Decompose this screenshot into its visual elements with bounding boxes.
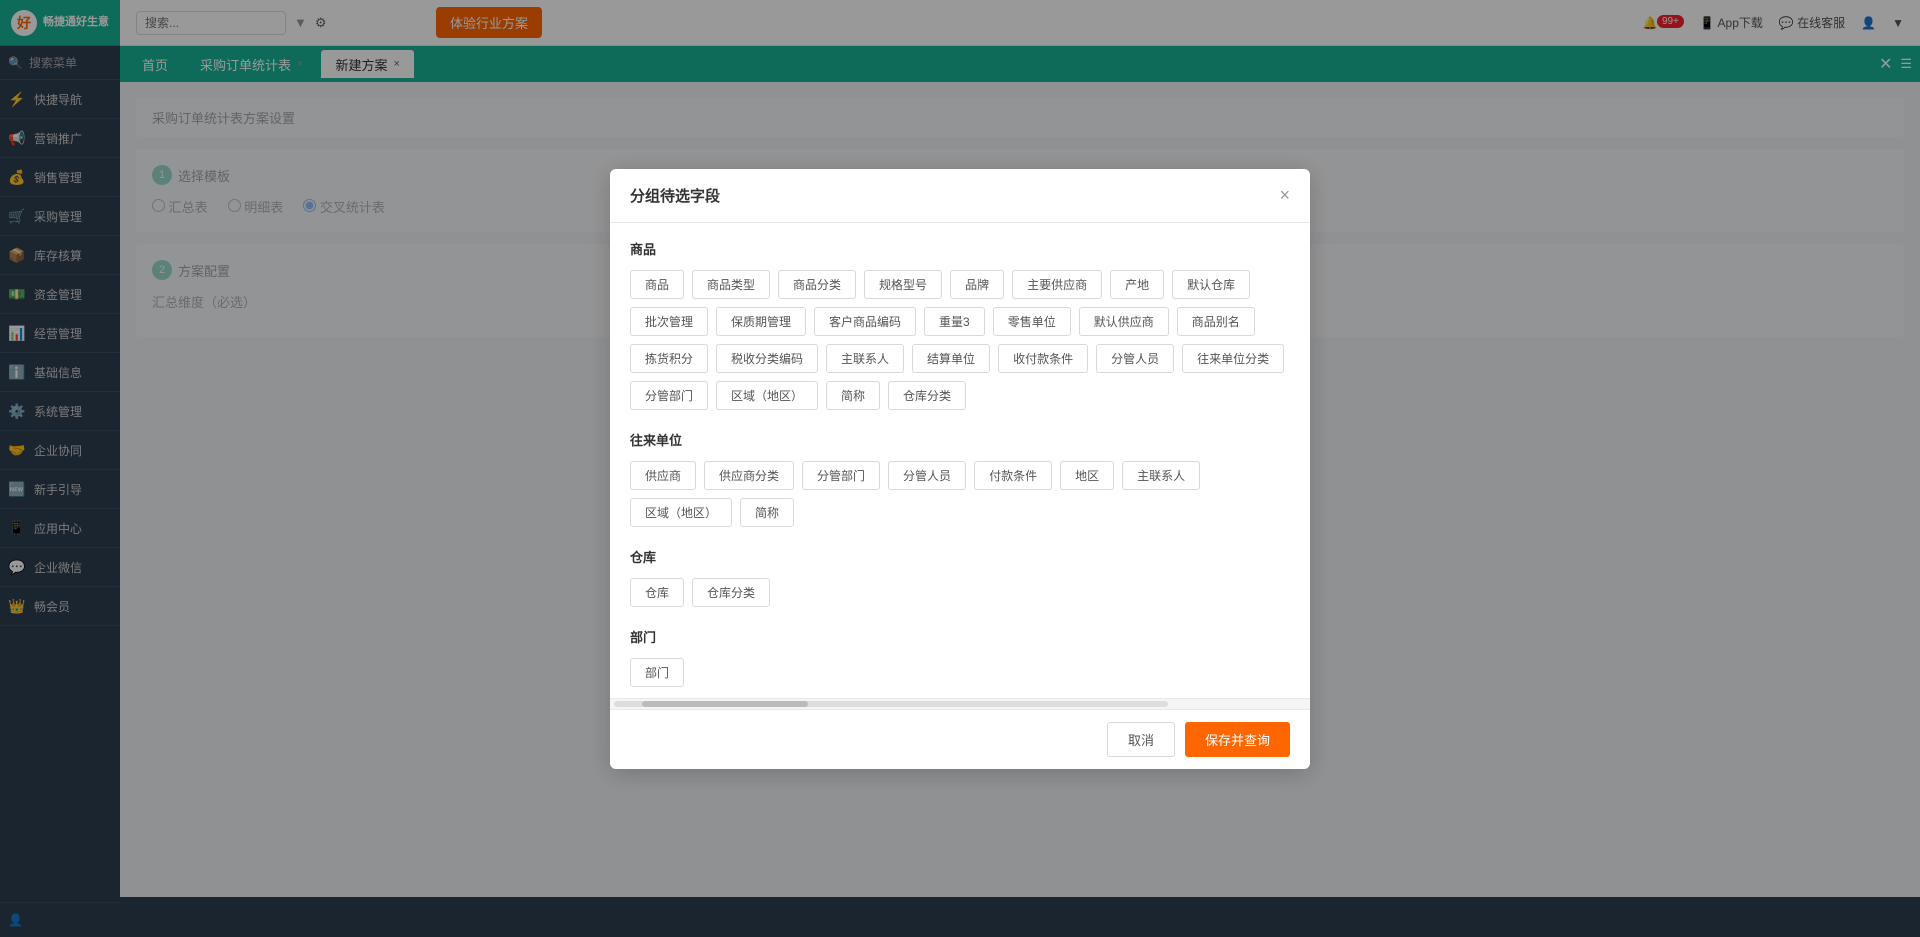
- field-tag-0-7[interactable]: 默认仓库: [1172, 270, 1250, 299]
- field-group-title-2: 仓库: [630, 547, 1290, 566]
- field-tag-0-0[interactable]: 商品: [630, 270, 684, 299]
- field-tag-1-1[interactable]: 供应商分类: [704, 461, 794, 490]
- save-query-button[interactable]: 保存并查询: [1185, 722, 1290, 757]
- field-tag-0-22[interactable]: 分管部门: [630, 381, 708, 410]
- modal-body[interactable]: 商品商品商品类型商品分类规格型号品牌主要供应商产地默认仓库批次管理保质期管理客户…: [610, 223, 1310, 699]
- field-tag-0-19[interactable]: 收付款条件: [998, 344, 1088, 373]
- field-tags-2: 仓库仓库分类: [630, 578, 1290, 607]
- modal-footer: 取消 保存并查询: [610, 709, 1310, 769]
- field-tag-1-0[interactable]: 供应商: [630, 461, 696, 490]
- field-tag-0-8[interactable]: 批次管理: [630, 307, 708, 336]
- modal-dialog: 分组待选字段 × 商品商品商品类型商品分类规格型号品牌主要供应商产地默认仓库批次…: [610, 169, 1310, 769]
- cancel-button[interactable]: 取消: [1107, 722, 1175, 757]
- field-group-3: 部门部门: [630, 627, 1290, 687]
- field-tag-0-17[interactable]: 主联系人: [826, 344, 904, 373]
- field-tag-0-3[interactable]: 规格型号: [864, 270, 942, 299]
- field-group-1: 往来单位供应商供应商分类分管部门分管人员付款条件地区主联系人区域（地区） 简称: [630, 430, 1290, 527]
- field-tag-0-18[interactable]: 结算单位: [912, 344, 990, 373]
- field-tag-0-20[interactable]: 分管人员: [1096, 344, 1174, 373]
- field-tags-3: 部门: [630, 658, 1290, 687]
- field-tag-0-23[interactable]: 区域（地区）: [716, 381, 818, 410]
- field-tag-0-4[interactable]: 品牌: [950, 270, 1004, 299]
- field-tag-0-11[interactable]: 重量3: [924, 307, 985, 336]
- field-tag-3-0[interactable]: 部门: [630, 658, 684, 687]
- field-tags-1: 供应商供应商分类分管部门分管人员付款条件地区主联系人区域（地区） 简称: [630, 461, 1290, 527]
- field-group-2: 仓库仓库仓库分类: [630, 547, 1290, 607]
- field-tag-0-2[interactable]: 商品分类: [778, 270, 856, 299]
- field-tag-0-14[interactable]: 商品别名: [1177, 307, 1255, 336]
- modal-title: 分组待选字段: [630, 185, 720, 206]
- field-tag-1-7[interactable]: 区域（地区）: [630, 498, 732, 527]
- modal-header: 分组待选字段 ×: [610, 169, 1310, 223]
- field-group-title-0: 商品: [630, 239, 1290, 258]
- field-tag-0-15[interactable]: 拣货积分: [630, 344, 708, 373]
- field-tag-2-1[interactable]: 仓库分类: [692, 578, 770, 607]
- field-tag-1-3[interactable]: 分管人员: [888, 461, 966, 490]
- field-group-title-1: 往来单位: [630, 430, 1290, 449]
- field-tag-1-5[interactable]: 地区: [1060, 461, 1114, 490]
- field-tag-0-1[interactable]: 商品类型: [692, 270, 770, 299]
- field-tag-0-24[interactable]: 简称: [826, 381, 880, 410]
- field-tag-0-16[interactable]: 税收分类编码: [716, 344, 818, 373]
- field-tag-0-6[interactable]: 产地: [1110, 270, 1164, 299]
- field-tag-1-4[interactable]: 付款条件: [974, 461, 1052, 490]
- modal-hscroll: [610, 698, 1310, 708]
- field-tags-0: 商品商品类型商品分类规格型号品牌主要供应商产地默认仓库批次管理保质期管理客户商品…: [630, 270, 1290, 410]
- field-tag-1-2[interactable]: 分管部门: [802, 461, 880, 490]
- field-group-0: 商品商品商品类型商品分类规格型号品牌主要供应商产地默认仓库批次管理保质期管理客户…: [630, 239, 1290, 410]
- field-tag-0-5[interactable]: 主要供应商: [1012, 270, 1102, 299]
- modal-close-button[interactable]: ×: [1279, 186, 1290, 204]
- field-tag-0-13[interactable]: 默认供应商: [1079, 307, 1169, 336]
- field-tag-0-25[interactable]: 仓库分类: [888, 381, 966, 410]
- field-tag-1-6[interactable]: 主联系人: [1122, 461, 1200, 490]
- field-tag-0-12[interactable]: 零售单位: [993, 307, 1071, 336]
- field-tag-1-8[interactable]: 简称: [740, 498, 794, 527]
- field-tag-2-0[interactable]: 仓库: [630, 578, 684, 607]
- field-group-title-3: 部门: [630, 627, 1290, 646]
- field-tag-0-21[interactable]: 往来单位分类: [1182, 344, 1284, 373]
- modal-overlay: 分组待选字段 × 商品商品商品类型商品分类规格型号品牌主要供应商产地默认仓库批次…: [0, 0, 1920, 937]
- field-tag-0-9[interactable]: 保质期管理: [716, 307, 806, 336]
- field-tag-0-10[interactable]: 客户商品编码: [814, 307, 916, 336]
